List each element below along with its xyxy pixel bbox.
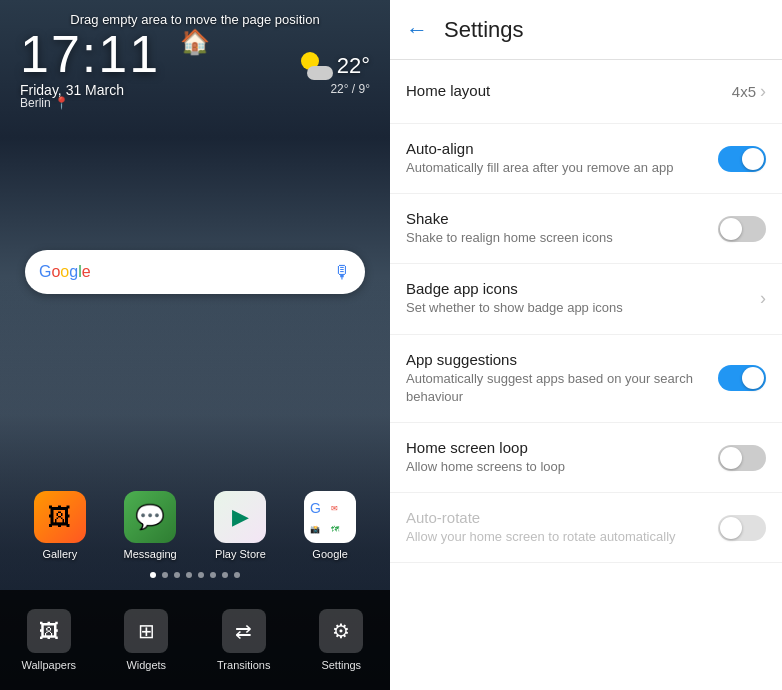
phone-location: Berlin 📍 xyxy=(20,96,69,110)
mic-icon[interactable]: 🎙 xyxy=(333,262,351,283)
settings-item-auto-align[interactable]: Auto-align Automatically fill area after… xyxy=(390,124,782,194)
auto-align-text: Auto-align Automatically fill area after… xyxy=(406,140,718,177)
home-layout-chevron: › xyxy=(760,81,766,102)
playstore-icon-img: ▶ xyxy=(214,491,266,543)
page-dot-2[interactable] xyxy=(162,572,168,578)
phone-time-area: 17:11 Friday, 31 March xyxy=(20,28,160,98)
settings-item-home-layout[interactable]: Home layout 4x5 › xyxy=(390,60,782,124)
messaging-label: Messaging xyxy=(124,548,177,560)
badge-chevron: › xyxy=(760,288,766,309)
app-suggestions-subtitle: Automatically suggest apps based on your… xyxy=(406,370,706,406)
auto-align-knob xyxy=(742,148,764,170)
app-google[interactable]: G ✉ 📸 🗺 Google xyxy=(304,491,356,560)
settings-item-shake[interactable]: Shake Shake to realign home screen icons xyxy=(390,194,782,264)
bottom-settings[interactable]: ⚙ Settings xyxy=(293,590,391,690)
auto-rotate-text: Auto-rotate Allow your home screen to ro… xyxy=(406,509,718,546)
settings-item-badge[interactable]: Badge app icons Set whether to show badg… xyxy=(390,264,782,334)
home-icon: 🏠 xyxy=(180,28,210,56)
shake-knob xyxy=(720,218,742,240)
settings-item-loop[interactable]: Home screen loop Allow home screens to l… xyxy=(390,423,782,493)
settings-icon: ⚙ xyxy=(319,609,363,653)
page-dots xyxy=(0,572,390,578)
settings-panel: ← Settings Home layout 4x5 › Auto-align … xyxy=(390,0,782,690)
shake-toggle[interactable] xyxy=(718,216,766,242)
loop-text: Home screen loop Allow home screens to l… xyxy=(406,439,718,476)
weather-widget: 22° 22° / 9° xyxy=(301,50,370,96)
bottom-widgets[interactable]: ⊞ Widgets xyxy=(98,590,196,690)
bottom-transitions[interactable]: ⇄ Transitions xyxy=(195,590,293,690)
google-logo: Google xyxy=(39,263,91,281)
badge-title: Badge app icons xyxy=(406,280,748,297)
weather-icon xyxy=(301,50,333,82)
bottom-bar: 🖼 Wallpapers ⊞ Widgets ⇄ Transitions ⚙ S… xyxy=(0,590,390,690)
shake-text: Shake Shake to realign home screen icons xyxy=(406,210,718,247)
transitions-icon: ⇄ xyxy=(222,609,266,653)
loop-knob xyxy=(720,447,742,469)
weather-temp: 22° xyxy=(337,53,370,79)
app-messaging[interactable]: 💬 Messaging xyxy=(124,491,177,560)
loop-toggle[interactable] xyxy=(718,445,766,471)
messaging-icon-img: 💬 xyxy=(124,491,176,543)
shake-subtitle: Shake to realign home screen icons xyxy=(406,229,706,247)
loop-title: Home screen loop xyxy=(406,439,706,456)
settings-list: Home layout 4x5 › Auto-align Automatical… xyxy=(390,60,782,690)
badge-text: Badge app icons Set whether to show badg… xyxy=(406,280,760,317)
playstore-label: Play Store xyxy=(215,548,266,560)
bottom-wallpapers[interactable]: 🖼 Wallpapers xyxy=(0,590,98,690)
google-label: Google xyxy=(312,548,347,560)
wallpapers-icon: 🖼 xyxy=(27,609,71,653)
transitions-label: Transitions xyxy=(217,659,270,671)
page-dot-1[interactable] xyxy=(150,572,156,578)
auto-rotate-toggle xyxy=(718,515,766,541)
page-dot-6[interactable] xyxy=(210,572,216,578)
google-search-bar[interactable]: Google 🎙 xyxy=(25,250,365,294)
page-dot-3[interactable] xyxy=(174,572,180,578)
shake-title: Shake xyxy=(406,210,706,227)
phone-time: 17:11 xyxy=(20,28,160,80)
page-dot-8[interactable] xyxy=(234,572,240,578)
app-gallery[interactable]: 🖼 Gallery xyxy=(34,491,86,560)
weather-range: 22° / 9° xyxy=(301,82,370,96)
app-icons-row: 🖼 Gallery 💬 Messaging ▶ Play Store G ✉ 📸… xyxy=(0,491,390,560)
app-suggestions-title: App suggestions xyxy=(406,351,706,368)
settings-header: ← Settings xyxy=(390,0,782,60)
home-layout-title: Home layout xyxy=(406,82,720,99)
settings-item-auto-rotate: Auto-rotate Allow your home screen to ro… xyxy=(390,493,782,563)
auto-rotate-title: Auto-rotate xyxy=(406,509,706,526)
page-dot-7[interactable] xyxy=(222,572,228,578)
auto-align-toggle[interactable] xyxy=(718,146,766,172)
badge-subtitle: Set whether to show badge app icons xyxy=(406,299,748,317)
back-button[interactable]: ← xyxy=(406,17,428,43)
gallery-icon-img: 🖼 xyxy=(34,491,86,543)
settings-label: Settings xyxy=(321,659,361,671)
auto-align-title: Auto-align xyxy=(406,140,706,157)
settings-title: Settings xyxy=(444,17,524,43)
app-suggestions-text: App suggestions Automatically suggest ap… xyxy=(406,351,718,406)
widgets-icon: ⊞ xyxy=(124,609,168,653)
google-icon-img: G ✉ 📸 🗺 xyxy=(304,491,356,543)
gallery-label: Gallery xyxy=(42,548,77,560)
app-playstore[interactable]: ▶ Play Store xyxy=(214,491,266,560)
page-dot-5[interactable] xyxy=(198,572,204,578)
home-layout-value: 4x5 xyxy=(732,83,756,100)
widgets-label: Widgets xyxy=(126,659,166,671)
home-layout-text: Home layout xyxy=(406,82,732,101)
wallpapers-label: Wallpapers xyxy=(21,659,76,671)
auto-rotate-knob xyxy=(720,517,742,539)
app-suggestions-toggle[interactable] xyxy=(718,365,766,391)
auto-rotate-subtitle: Allow your home screen to rotate automat… xyxy=(406,528,706,546)
loop-subtitle: Allow home screens to loop xyxy=(406,458,706,476)
page-dot-4[interactable] xyxy=(186,572,192,578)
app-suggestions-knob xyxy=(742,367,764,389)
auto-align-subtitle: Automatically fill area after you remove… xyxy=(406,159,706,177)
settings-item-app-suggestions[interactable]: App suggestions Automatically suggest ap… xyxy=(390,335,782,423)
phone-screen: Drag empty area to move the page positio… xyxy=(0,0,390,690)
